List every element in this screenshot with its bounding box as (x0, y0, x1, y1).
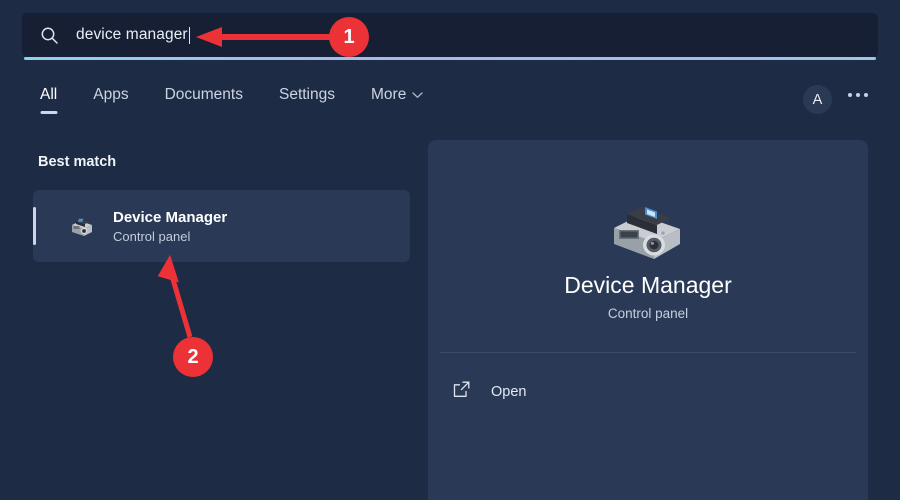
tab-all[interactable]: All (36, 84, 61, 114)
annotation-arrow-2 (158, 253, 190, 337)
selection-accent-bar (33, 207, 36, 245)
search-accent-line (24, 57, 876, 60)
tab-settings[interactable]: Settings (275, 84, 339, 114)
result-item-subtitle: Control panel (113, 229, 227, 244)
result-item-title: Device Manager (113, 209, 227, 226)
annotation-marker-2: 2 (173, 337, 213, 377)
tab-bar: All Apps Documents Settings More (36, 84, 427, 114)
open-action-button[interactable]: Open (452, 380, 526, 404)
ellipsis-icon[interactable] (848, 93, 868, 97)
annotation-marker-1: 1 (329, 17, 369, 57)
device-manager-icon (67, 211, 97, 241)
preview-subtitle: Control panel (428, 306, 868, 321)
tab-settings-label: Settings (279, 86, 335, 104)
ellipsis-dot (848, 93, 852, 97)
tab-more-label: More (371, 86, 406, 104)
tab-documents[interactable]: Documents (161, 84, 247, 114)
tab-all-label: All (40, 86, 57, 104)
avatar[interactable]: A (803, 85, 832, 114)
device-manager-icon (600, 188, 696, 266)
preview-title: Device Manager (428, 272, 868, 299)
ellipsis-dot (864, 93, 868, 97)
tab-documents-label: Documents (165, 86, 243, 104)
chevron-down-icon (412, 86, 423, 104)
result-item-text: Device Manager Control panel (113, 209, 227, 244)
tab-apps[interactable]: Apps (89, 84, 132, 114)
best-match-heading: Best match (38, 154, 116, 170)
text-caret (189, 27, 190, 44)
divider (440, 352, 856, 353)
external-link-icon (452, 380, 471, 404)
search-input[interactable]: device manager (22, 13, 878, 57)
annotation-marker-2-label: 2 (187, 346, 198, 369)
tab-apps-label: Apps (93, 86, 128, 104)
ellipsis-dot (856, 93, 860, 97)
search-input-value: device manager (76, 26, 188, 44)
annotation-marker-1-label: 1 (343, 26, 354, 49)
search-bar-container: device manager (22, 13, 878, 57)
result-item-device-manager[interactable]: Device Manager Control panel (33, 190, 410, 262)
preview-panel: Device Manager Control panel Open (428, 140, 868, 500)
open-action-label: Open (491, 384, 526, 400)
tab-more[interactable]: More (367, 84, 427, 114)
avatar-initial: A (813, 92, 823, 108)
search-icon (40, 26, 59, 45)
